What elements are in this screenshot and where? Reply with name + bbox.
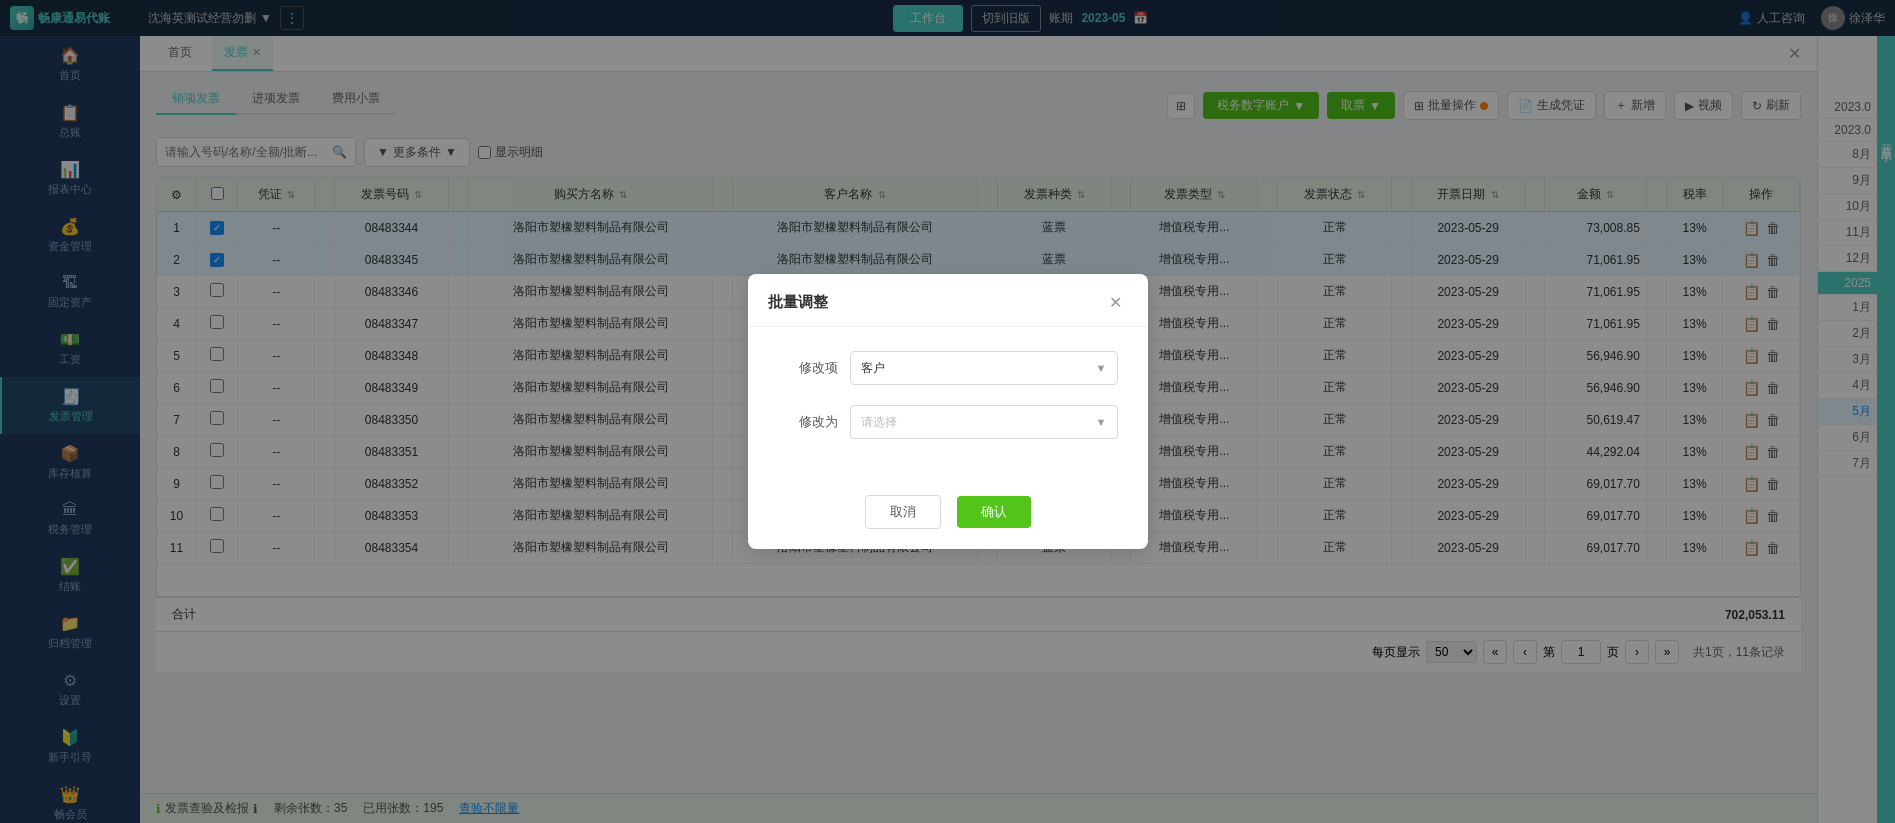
- value-label: 修改为: [778, 413, 838, 431]
- value-arrow-icon: ▼: [1096, 416, 1107, 428]
- field-label: 修改项: [778, 359, 838, 377]
- field-value: 客户: [861, 360, 885, 377]
- field-arrow-icon: ▼: [1096, 362, 1107, 374]
- modal-header: 批量调整 ✕: [748, 274, 1148, 327]
- modal-close-button[interactable]: ✕: [1104, 290, 1128, 314]
- modal-overlay[interactable]: 批量调整 ✕ 修改项 客户 ▼ 修改为 请选择 ▼ 取消 确认: [0, 0, 1895, 823]
- confirm-button[interactable]: 确认: [957, 496, 1031, 528]
- field-select[interactable]: 客户 ▼: [850, 351, 1118, 385]
- form-value-row: 修改为 请选择 ▼: [778, 405, 1118, 439]
- value-select[interactable]: 请选择 ▼: [850, 405, 1118, 439]
- modal-footer: 取消 确认: [748, 483, 1148, 549]
- batch-adjust-modal: 批量调整 ✕ 修改项 客户 ▼ 修改为 请选择 ▼ 取消 确认: [748, 274, 1148, 549]
- value-placeholder: 请选择: [861, 414, 897, 431]
- modal-body: 修改项 客户 ▼ 修改为 请选择 ▼: [748, 327, 1148, 483]
- modal-title: 批量调整: [768, 293, 828, 312]
- form-field-row: 修改项 客户 ▼: [778, 351, 1118, 385]
- cancel-button[interactable]: 取消: [865, 495, 941, 529]
